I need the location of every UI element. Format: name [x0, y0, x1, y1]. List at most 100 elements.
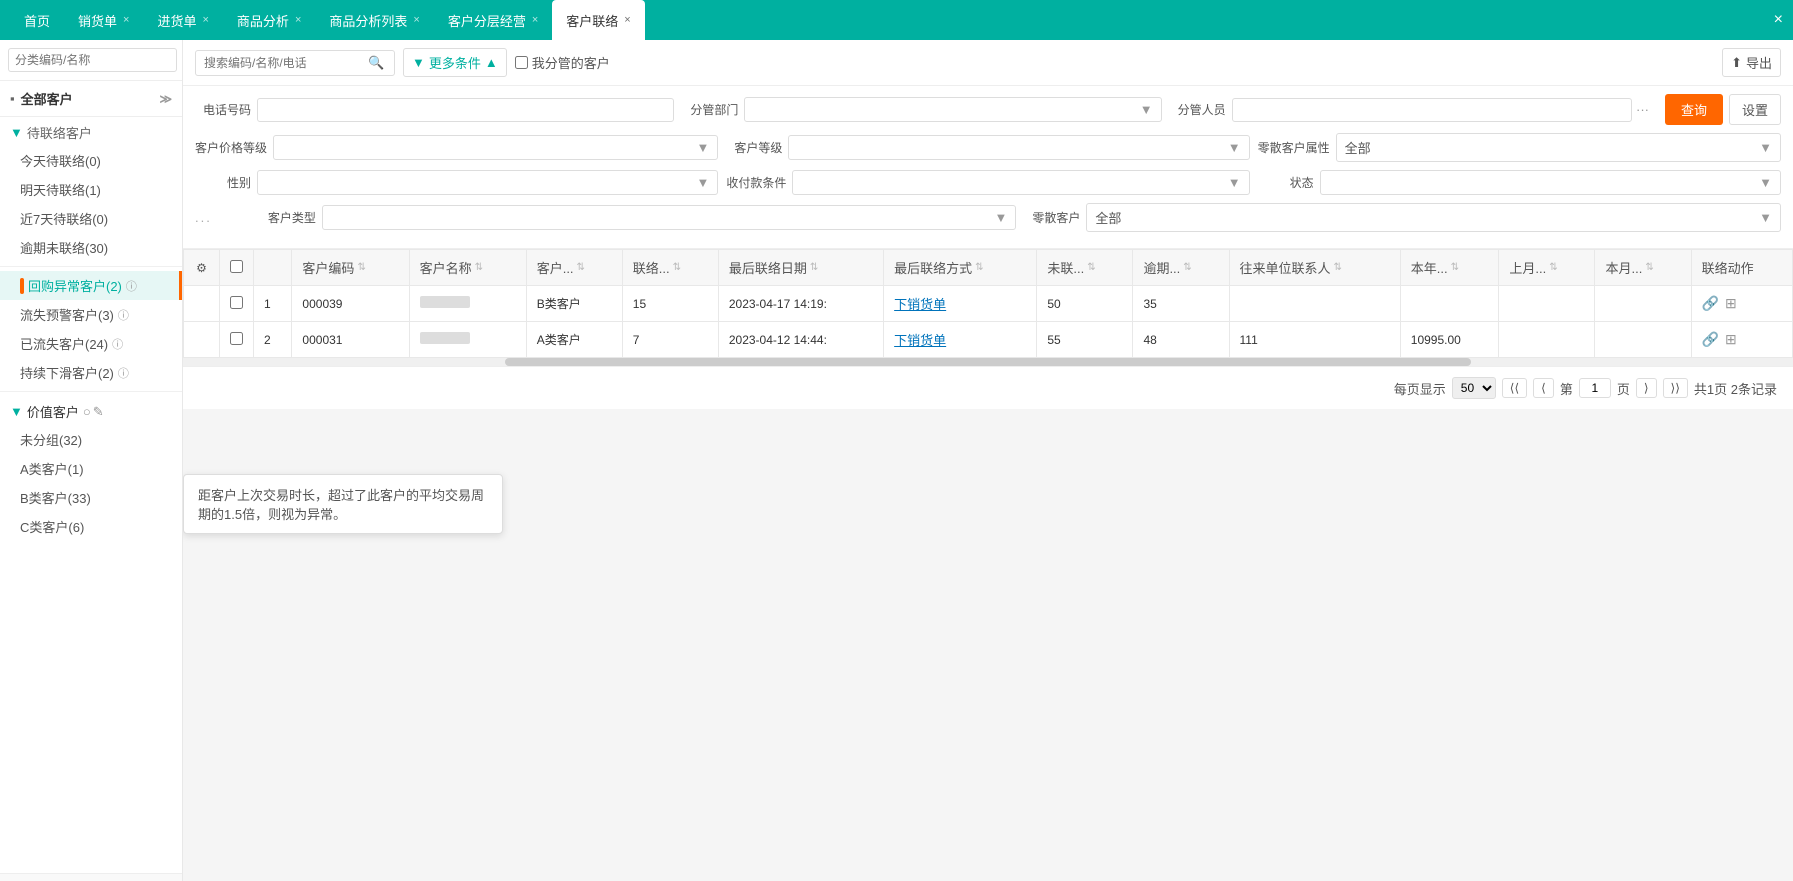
customer-type-select[interactable]: ▼ — [322, 205, 1017, 230]
sort-icon-this-year[interactable]: ⇅ — [1451, 262, 1459, 273]
tab-sales-order[interactable]: 销货单 × — [64, 0, 143, 40]
sort-icon-category[interactable]: ⇅ — [577, 262, 585, 273]
dept-select[interactable]: ▼ — [744, 97, 1161, 122]
sidebar-item-overdue[interactable]: 逾期未联络(30) — [0, 233, 182, 262]
retail-attr-select[interactable]: 全部 ▼ — [1336, 133, 1781, 162]
cell-check-0[interactable] — [220, 286, 254, 322]
search-icon[interactable]: 🔍 — [368, 55, 384, 71]
group-value-edit-icon[interactable]: ○ — [83, 404, 91, 419]
customer-level-select[interactable]: ▼ — [788, 135, 1249, 160]
scroll-thumb[interactable] — [505, 358, 1471, 366]
tab-product-analysis[interactable]: 商品分析 × — [223, 0, 315, 40]
sidebar-item-today[interactable]: 今天待联络(0) — [0, 146, 182, 175]
retail-customer-value: 全部 — [1095, 208, 1121, 227]
manager-more-icon[interactable]: ··· — [1636, 102, 1649, 117]
sidebar-item-7days-label: 近7天待联络(0) — [20, 209, 108, 228]
sort-icon-unit-contacts[interactable]: ⇅ — [1334, 262, 1342, 273]
manager-input[interactable] — [1232, 98, 1632, 122]
sidebar-item-tomorrow[interactable]: 明天待联络(1) — [0, 175, 182, 204]
tab-sales-order-close[interactable]: × — [123, 14, 129, 26]
cell-this-month-0 — [1595, 286, 1691, 322]
tab-product-list[interactable]: 商品分析列表 × — [315, 0, 433, 40]
cell-last-way-0[interactable]: 下销货单 — [884, 286, 1037, 322]
page-input[interactable] — [1579, 378, 1611, 398]
sort-icon-name[interactable]: ⇅ — [475, 262, 483, 273]
sort-icon-not-contact[interactable]: ⇅ — [1087, 262, 1095, 273]
my-customers-input[interactable] — [515, 56, 528, 69]
tab-customer-contact-close[interactable]: × — [624, 14, 630, 26]
sidebar-item-class-a[interactable]: A类客户(1) — [0, 454, 182, 483]
search-input[interactable] — [204, 56, 364, 70]
sidebar-item-class-b[interactable]: B类客户(33) — [0, 483, 182, 512]
sidebar-item-declining[interactable]: 持续下滑客户(2) ⓘ — [0, 358, 182, 387]
action-icon-1a[interactable]: 🔗 — [1702, 331, 1719, 348]
tooltip-text: 距客户上次交易时长，超过了此客户的平均交易周期的1.5倍，则视为异常。 — [198, 488, 484, 522]
sort-icon-overdue[interactable]: ⇅ — [1183, 262, 1191, 273]
group-value-settings-icon[interactable]: ✎ — [93, 404, 104, 420]
last-way-link-0[interactable]: 下销货单 — [894, 297, 946, 312]
last-way-link-1[interactable]: 下销货单 — [894, 333, 946, 348]
sort-icon-code[interactable]: ⇅ — [357, 262, 365, 273]
next-page-button[interactable]: ⟩ — [1636, 378, 1657, 398]
main-layout: 🔍 ▪ 全部客户 ≫ ▼ 待联络客户 今天待联络(0) 明天待联络(1) 近7天… — [0, 40, 1793, 881]
row-checkbox-1[interactable] — [230, 332, 243, 345]
sidebar-item-abnormal-repurchase[interactable]: 回购异常客户(2) ⓘ — [0, 271, 182, 300]
cell-unit-contacts-0 — [1229, 286, 1400, 322]
page-end-label: 页 — [1617, 379, 1630, 398]
row-checkbox-0[interactable] — [230, 296, 243, 309]
export-button[interactable]: ⬆ 导出 — [1722, 48, 1781, 77]
tab-product-analysis-close[interactable]: × — [295, 14, 301, 26]
last-page-button[interactable]: ⟩⟩ — [1663, 378, 1688, 398]
sidebar-search-input[interactable] — [8, 48, 177, 72]
sidebar-collapse-button[interactable]: ≫ — [159, 92, 172, 106]
price-level-select[interactable]: ▼ — [273, 135, 718, 160]
tab-customer-tier-close[interactable]: × — [532, 14, 538, 26]
my-customers-checkbox[interactable]: 我分管的客户 — [515, 53, 610, 72]
sort-icon-last-way[interactable]: ⇅ — [975, 262, 983, 273]
tab-customer-contact[interactable]: 客户联络 × — [552, 0, 644, 40]
query-button[interactable]: 查询 — [1665, 94, 1723, 125]
per-page-select[interactable]: 50 — [1452, 377, 1496, 399]
sidebar-item-7days[interactable]: 近7天待联络(0) — [0, 204, 182, 233]
sort-icon-this-month[interactable]: ⇅ — [1645, 262, 1653, 273]
more-dots-row[interactable]: ... — [195, 210, 212, 225]
sidebar-item-churn-warning[interactable]: 流失预警客户(3) ⓘ — [0, 300, 182, 329]
sidebar-group-value[interactable]: ▼ 价值客户 ○ ✎ — [0, 396, 182, 425]
cell-check-1[interactable] — [220, 322, 254, 358]
tab-product-list-close[interactable]: × — [413, 14, 419, 26]
sidebar-item-class-c[interactable]: C类客户(6) — [0, 512, 182, 541]
phone-input[interactable] — [257, 98, 674, 122]
sort-icon-last-month[interactable]: ⇅ — [1549, 262, 1557, 273]
action-icon-0a[interactable]: 🔗 — [1702, 295, 1719, 312]
tab-purchase-order-close[interactable]: × — [202, 14, 208, 26]
per-page-label: 每页显示 — [1394, 379, 1446, 398]
payment-select[interactable]: ▼ — [792, 170, 1249, 195]
sidebar-section-pending[interactable]: ▼ 待联络客户 — [0, 117, 182, 146]
status-select[interactable]: ▼ — [1320, 170, 1781, 195]
sort-icon-last-date[interactable]: ⇅ — [810, 262, 818, 273]
filter-gender: 性别 ▼ — [195, 170, 718, 195]
table-wrapper: 距客户上次交易时长，超过了此客户的平均交易周期的1.5倍，则视为异常。 ⚙ 客户… — [183, 249, 1793, 358]
tab-purchase-order[interactable]: 进货单 × — [143, 0, 222, 40]
horizontal-scrollbar[interactable] — [183, 358, 1793, 366]
prev-page-button[interactable]: ⟨ — [1533, 378, 1554, 398]
action-icon-1b[interactable]: ⊞ — [1725, 331, 1737, 348]
sidebar-header: ▪ 全部客户 ≫ — [0, 81, 182, 117]
tab-customer-tier[interactable]: 客户分层经营 × — [434, 0, 552, 40]
cell-last-way-1[interactable]: 下销货单 — [884, 322, 1037, 358]
col-header-settings[interactable]: ⚙ — [184, 250, 220, 286]
col-header-check[interactable] — [220, 250, 254, 286]
retail-customer-select[interactable]: 全部 ▼ — [1086, 203, 1781, 232]
more-conditions-button[interactable]: ▼ 更多条件 ▲ — [403, 48, 507, 77]
gender-select[interactable]: ▼ — [257, 170, 718, 195]
close-all-tabs-button[interactable]: × — [1774, 11, 1783, 29]
tab-home[interactable]: 首页 — [10, 0, 64, 40]
sidebar-item-churned[interactable]: 已流失客户(24) ⓘ — [0, 329, 182, 358]
first-page-button[interactable]: ⟨⟨ — [1502, 378, 1527, 398]
action-icon-0b[interactable]: ⊞ — [1725, 295, 1737, 312]
setting-button[interactable]: 设置 — [1729, 94, 1781, 125]
table-header-row: ⚙ 客户编码 ⇅ 客户名称 — [184, 250, 1793, 286]
select-all-checkbox[interactable] — [230, 260, 243, 273]
sort-icon-contacts[interactable]: ⇅ — [673, 262, 681, 273]
sidebar-item-ungrouped[interactable]: 未分组(32) — [0, 425, 182, 454]
